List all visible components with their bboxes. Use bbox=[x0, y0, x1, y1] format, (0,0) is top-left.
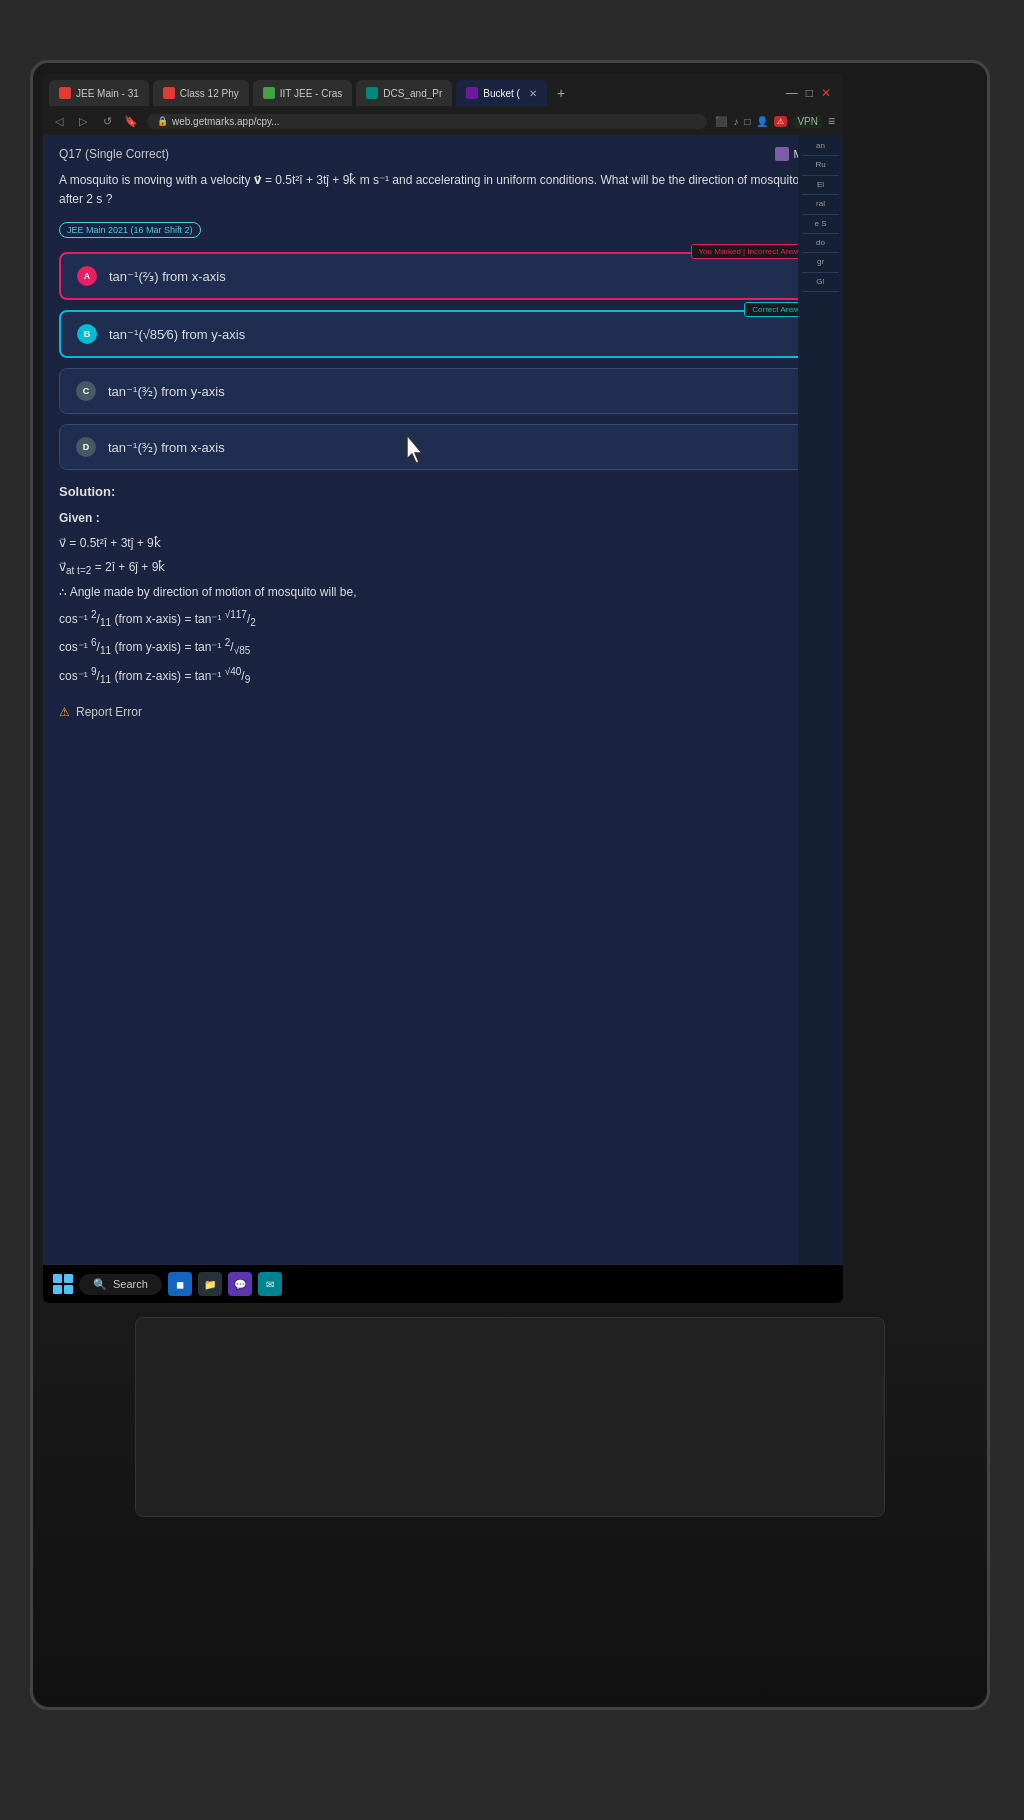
option-text-c: tan⁻¹(³⁄₂) from y-axis bbox=[108, 384, 225, 399]
question-text: A mosquito is moving with a velocity v⃗ … bbox=[59, 171, 827, 209]
sidebar-chip-1: an bbox=[802, 141, 839, 156]
bookmark-icon bbox=[775, 147, 789, 161]
content-area: Q17 (Single Correct) Mark It A mosquito … bbox=[43, 135, 843, 1303]
tab-dcs[interactable]: DCS_and_Pr bbox=[356, 80, 452, 106]
bookmark-button[interactable]: 🔖 bbox=[123, 115, 139, 128]
warning-icon: ⚠ bbox=[59, 705, 70, 719]
report-error-button[interactable]: ⚠ Report Error bbox=[59, 705, 827, 719]
tab-icon-red-1 bbox=[59, 87, 71, 99]
right-sidebar: an Ru El ral e S do gr G! bbox=[798, 135, 843, 1303]
url-text: web.getmarks.app/cpy... bbox=[172, 116, 280, 127]
tab-label-3: IIT JEE - Cras bbox=[280, 88, 343, 99]
forward-button[interactable]: ▷ bbox=[75, 115, 91, 128]
tab-label-1: JEE Main - 31 bbox=[76, 88, 139, 99]
question-header: Q17 (Single Correct) Mark It bbox=[59, 147, 827, 161]
shield-warning-icon: ⚠ bbox=[774, 116, 787, 127]
music-icon[interactable]: ♪ bbox=[733, 116, 738, 127]
math-line-6: cos⁻¹ 9/11 (from z-axis) = tan⁻¹ √40/9 bbox=[59, 663, 827, 689]
mail-app-icon: ✉ bbox=[266, 1279, 274, 1290]
extensions-icon[interactable]: ⬛ bbox=[715, 116, 727, 127]
search-label: Search bbox=[113, 1278, 148, 1290]
question-tag: JEE Main 2021 (16 Mar Shift 2) bbox=[59, 222, 201, 238]
profile-icon[interactable]: 👤 bbox=[756, 116, 768, 127]
taskbar-app-files[interactable]: 📁 bbox=[198, 1272, 222, 1296]
solution-title: Solution: bbox=[59, 480, 827, 503]
tab-jee-main[interactable]: JEE Main - 31 bbox=[49, 80, 149, 106]
url-input[interactable]: 🔒 web.getmarks.app/cpy... bbox=[147, 114, 707, 129]
keyboard bbox=[135, 1317, 885, 1517]
taskbar: 🔍 Search ◼ 📁 💬 ✉ bbox=[43, 1265, 843, 1303]
option-text-b: tan⁻¹(√85⁄6) from y-axis bbox=[109, 327, 245, 342]
window-icon[interactable]: □ bbox=[744, 116, 750, 127]
files-app-icon: 📁 bbox=[204, 1279, 216, 1290]
math-line-5: cos⁻¹ 6/11 (from y-axis) = tan⁻¹ 2/√85 bbox=[59, 634, 827, 660]
question-label: Q17 (Single Correct) bbox=[59, 147, 169, 161]
tab-label-5: Bucket ( bbox=[483, 88, 520, 99]
report-error-label: Report Error bbox=[76, 705, 142, 719]
option-marker-b: B bbox=[77, 324, 97, 344]
browser-chrome: JEE Main - 31 Class 12 Phy IIT JEE - Cra… bbox=[43, 73, 843, 135]
browser-action-icons: ⬛ ♪ □ 👤 ⚠ VPN ≡ bbox=[715, 114, 835, 128]
solution-section: Solution: Given : v⃗ = 0.5t²î + 3tĵ + 9k… bbox=[59, 480, 827, 689]
window-controls: — □ ✕ bbox=[786, 86, 837, 100]
sidebar-chip-2: Ru bbox=[802, 160, 839, 175]
option-text-d: tan⁻¹(³⁄₂) from x-axis bbox=[108, 440, 225, 455]
secure-icon: 🔒 bbox=[157, 116, 168, 126]
tab-icon-teal bbox=[366, 87, 378, 99]
close-button[interactable]: ✕ bbox=[821, 86, 831, 100]
option-marker-d: D bbox=[76, 437, 96, 457]
option-d[interactable]: D tan⁻¹(³⁄₂) from x-axis bbox=[59, 424, 827, 470]
taskbar-app-mail[interactable]: ✉ bbox=[258, 1272, 282, 1296]
tab-bucket[interactable]: Bucket ( ✕ bbox=[456, 80, 547, 106]
taskbar-app-chat[interactable]: 💬 bbox=[228, 1272, 252, 1296]
math-line-4: cos⁻¹ 2/11 (from x-axis) = tan⁻¹ √117/2 bbox=[59, 606, 827, 632]
tab-bar: JEE Main - 31 Class 12 Phy IIT JEE - Cra… bbox=[43, 73, 843, 107]
sidebar-chip-5: e S bbox=[802, 219, 839, 234]
option-a[interactable]: You Marked | Incorrect Answer A tan⁻¹(²⁄… bbox=[59, 252, 827, 300]
address-bar: ◁ ▷ ↺ 🔖 🔒 web.getmarks.app/cpy... ⬛ ♪ □ … bbox=[43, 107, 843, 135]
sidebar-chip-3: El bbox=[802, 180, 839, 195]
sidebar-chip-6: do bbox=[802, 238, 839, 253]
option-marker-a: A bbox=[77, 266, 97, 286]
sidebar-chip-4: ral bbox=[802, 199, 839, 214]
sidebar-chip-7: gr bbox=[802, 257, 839, 272]
tab-icon-purple bbox=[466, 87, 478, 99]
chat-app-icon: 💬 bbox=[234, 1279, 246, 1290]
tab-icon-red-2 bbox=[163, 87, 175, 99]
tab-label-4: DCS_and_Pr bbox=[383, 88, 442, 99]
tab-iitjee[interactable]: IIT JEE - Cras bbox=[253, 80, 353, 106]
tab-icon-green bbox=[263, 87, 275, 99]
tab-close-icon[interactable]: ✕ bbox=[529, 88, 537, 99]
sidebar-chip-8: G! bbox=[802, 277, 839, 292]
maximize-button[interactable]: □ bbox=[806, 86, 813, 100]
new-tab-button[interactable]: + bbox=[551, 85, 571, 101]
laptop-frame: JEE Main - 31 Class 12 Phy IIT JEE - Cra… bbox=[30, 60, 990, 1710]
screen: JEE Main - 31 Class 12 Phy IIT JEE - Cra… bbox=[43, 73, 843, 1303]
option-b[interactable]: Correct Answer B tan⁻¹(√85⁄6) from y-axi… bbox=[59, 310, 827, 358]
option-c[interactable]: C tan⁻¹(³⁄₂) from y-axis bbox=[59, 368, 827, 414]
tab-class12[interactable]: Class 12 Phy bbox=[153, 80, 249, 106]
math-line-2: v⃗at t=2 = 2î + 6ĵ + 9k̂ bbox=[59, 557, 827, 580]
taskbar-search[interactable]: 🔍 Search bbox=[79, 1274, 162, 1295]
math-line-3: ∴ Angle made by direction of motion of m… bbox=[59, 582, 827, 604]
incorrect-badge: You Marked | Incorrect Answer bbox=[691, 244, 816, 259]
search-icon: 🔍 bbox=[93, 1278, 107, 1291]
given-title: Given : bbox=[59, 508, 827, 530]
menu-icon[interactable]: ≡ bbox=[828, 114, 835, 128]
windows-start-icon[interactable] bbox=[53, 1274, 73, 1294]
laptop-keyboard-area bbox=[33, 1307, 987, 1707]
browser-app-icon: ◼ bbox=[176, 1279, 184, 1290]
minimize-button[interactable]: — bbox=[786, 86, 798, 100]
taskbar-app-browser[interactable]: ◼ bbox=[168, 1272, 192, 1296]
refresh-button[interactable]: ↺ bbox=[99, 115, 115, 128]
option-marker-c: C bbox=[76, 381, 96, 401]
option-text-a: tan⁻¹(²⁄₃) from x-axis bbox=[109, 269, 226, 284]
main-content: Q17 (Single Correct) Mark It A mosquito … bbox=[43, 135, 843, 1241]
math-line-1: v⃗ = 0.5t²î + 3tĵ + 9k̂ bbox=[59, 533, 827, 555]
vpn-badge: VPN bbox=[793, 115, 822, 128]
tab-label-2: Class 12 Phy bbox=[180, 88, 239, 99]
back-button[interactable]: ◁ bbox=[51, 115, 67, 128]
